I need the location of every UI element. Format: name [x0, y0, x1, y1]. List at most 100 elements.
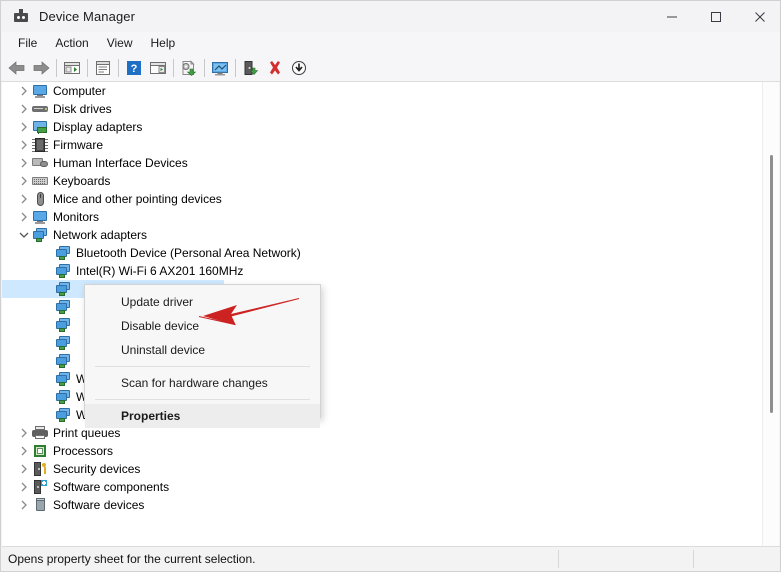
computer-icon — [32, 83, 48, 99]
firmware-chip-icon — [32, 137, 48, 153]
svg-text:?: ? — [131, 63, 138, 75]
tree-row-label: Disk drives — [53, 102, 112, 116]
tree-row-label: Mice and other pointing devices — [53, 192, 222, 206]
menu-help[interactable]: Help — [142, 34, 185, 52]
tree-row-label: Display adapters — [53, 120, 143, 134]
processor-icon — [32, 443, 48, 459]
chevron-right-icon[interactable] — [16, 442, 32, 460]
update-driver-icon[interactable] — [177, 56, 201, 80]
close-icon[interactable] — [738, 1, 780, 32]
chevron-right-icon[interactable] — [16, 460, 32, 478]
tree-row[interactable]: Security devices — [2, 460, 764, 478]
context-menu-item-properties[interactable]: Properties — [85, 404, 320, 428]
monitor-icon — [32, 209, 48, 225]
tree-row-label: Network adapters — [53, 228, 148, 242]
network-adapter-icon — [55, 371, 71, 387]
tree-row-label: Firmware — [53, 138, 103, 152]
chevron-right-icon[interactable] — [16, 82, 32, 100]
menu-bar: File Action View Help — [1, 32, 780, 54]
scan-for-hardware-changes-icon[interactable] — [208, 56, 232, 80]
context-menu-separator — [95, 366, 310, 367]
status-message: Opens property sheet for the current sel… — [8, 551, 256, 566]
tree-row-label: Intel(R) Wi-Fi 6 AX201 160MHz — [76, 264, 244, 278]
tree-row[interactable]: Firmware — [2, 136, 764, 154]
keyboard-icon — [32, 173, 48, 189]
enable-device-icon[interactable] — [239, 56, 263, 80]
menu-file[interactable]: File — [9, 34, 46, 52]
context-menu-item-uninstall-device[interactable]: Uninstall device — [85, 338, 320, 362]
menu-action[interactable]: Action — [46, 34, 97, 52]
tree-row[interactable]: Disk drives — [2, 100, 764, 118]
scrollbar-thumb[interactable] — [770, 155, 773, 413]
tree-row[interactable]: Bluetooth Device (Personal Area Network) — [2, 244, 764, 262]
title-bar: Device Manager — [1, 1, 780, 32]
tree-row[interactable]: Mice and other pointing devices — [2, 190, 764, 208]
tree-row-label: Computer — [53, 84, 106, 98]
tree-row[interactable]: Human Interface Devices — [2, 154, 764, 172]
tree-row[interactable]: Keyboards — [2, 172, 764, 190]
network-adapter-icon — [55, 299, 71, 315]
tree-row[interactable]: Network adapters — [2, 226, 764, 244]
minimize-icon[interactable] — [650, 1, 694, 32]
network-adapter-icon — [32, 227, 48, 243]
context-menu[interactable]: Update driver Disable device Uninstall d… — [84, 284, 321, 428]
tree-row[interactable]: Processors — [2, 442, 764, 460]
context-menu-item-disable-device[interactable]: Disable device — [85, 314, 320, 338]
tree-row[interactable]: Software components — [2, 478, 764, 496]
tree-row[interactable]: Display adapters — [2, 118, 764, 136]
help-icon[interactable]: ? — [122, 56, 146, 80]
twisty-placeholder — [39, 352, 55, 370]
chevron-down-icon[interactable] — [16, 226, 32, 244]
context-menu-item-scan-for-hardware-changes[interactable]: Scan for hardware changes — [85, 371, 320, 395]
network-adapter-icon — [55, 407, 71, 423]
chevron-right-icon[interactable] — [16, 154, 32, 172]
disable-device-icon[interactable] — [287, 56, 311, 80]
twisty-placeholder — [39, 388, 55, 406]
twisty-placeholder — [39, 406, 55, 424]
twisty-placeholder — [39, 298, 55, 316]
context-menu-item-update-driver[interactable]: Update driver — [85, 290, 320, 314]
chevron-right-icon[interactable] — [16, 100, 32, 118]
twisty-placeholder — [39, 280, 55, 298]
tree-row-label: Monitors — [53, 210, 100, 224]
network-adapter-icon — [55, 389, 71, 405]
back-icon[interactable] — [5, 56, 29, 80]
chevron-right-icon[interactable] — [16, 478, 32, 496]
toolbar-separator — [87, 58, 88, 77]
tree-row[interactable]: Software devices — [2, 496, 764, 514]
device-manager-window: Device Manager File Action View Help ? C… — [0, 0, 781, 572]
tree-row[interactable]: Computer — [2, 82, 764, 100]
show-hide-console-tree-icon[interactable] — [60, 56, 84, 80]
software-component-icon — [32, 479, 48, 495]
forward-icon[interactable] — [29, 56, 53, 80]
vertical-scrollbar[interactable] — [762, 82, 779, 546]
properties-icon[interactable] — [91, 56, 115, 80]
chevron-right-icon[interactable] — [16, 208, 32, 226]
network-adapter-icon — [55, 353, 71, 369]
chevron-right-icon[interactable] — [16, 496, 32, 514]
security-device-icon — [32, 461, 48, 477]
display-adapter-icon — [32, 119, 48, 135]
toolbar: ? — [1, 54, 780, 82]
network-adapter-icon — [55, 281, 71, 297]
chevron-right-icon[interactable] — [16, 424, 32, 442]
action-pane-icon[interactable] — [146, 56, 170, 80]
chevron-right-icon[interactable] — [16, 190, 32, 208]
disk-drive-icon — [32, 101, 48, 117]
tree-row-label: Bluetooth Device (Personal Area Network) — [76, 246, 301, 260]
menu-view[interactable]: View — [98, 34, 142, 52]
maximize-icon[interactable] — [694, 1, 738, 32]
tree-row[interactable]: Monitors — [2, 208, 764, 226]
twisty-placeholder — [39, 316, 55, 334]
network-adapter-icon — [55, 263, 71, 279]
chevron-right-icon[interactable] — [16, 136, 32, 154]
printer-icon — [32, 425, 48, 441]
mouse-icon — [32, 191, 48, 207]
chevron-right-icon[interactable] — [16, 172, 32, 190]
tree-row-label: Security devices — [53, 462, 141, 476]
tree-row[interactable]: Intel(R) Wi-Fi 6 AX201 160MHz — [2, 262, 764, 280]
uninstall-device-icon[interactable] — [263, 56, 287, 80]
toolbar-separator — [204, 58, 205, 77]
chevron-right-icon[interactable] — [16, 118, 32, 136]
twisty-placeholder — [39, 262, 55, 280]
